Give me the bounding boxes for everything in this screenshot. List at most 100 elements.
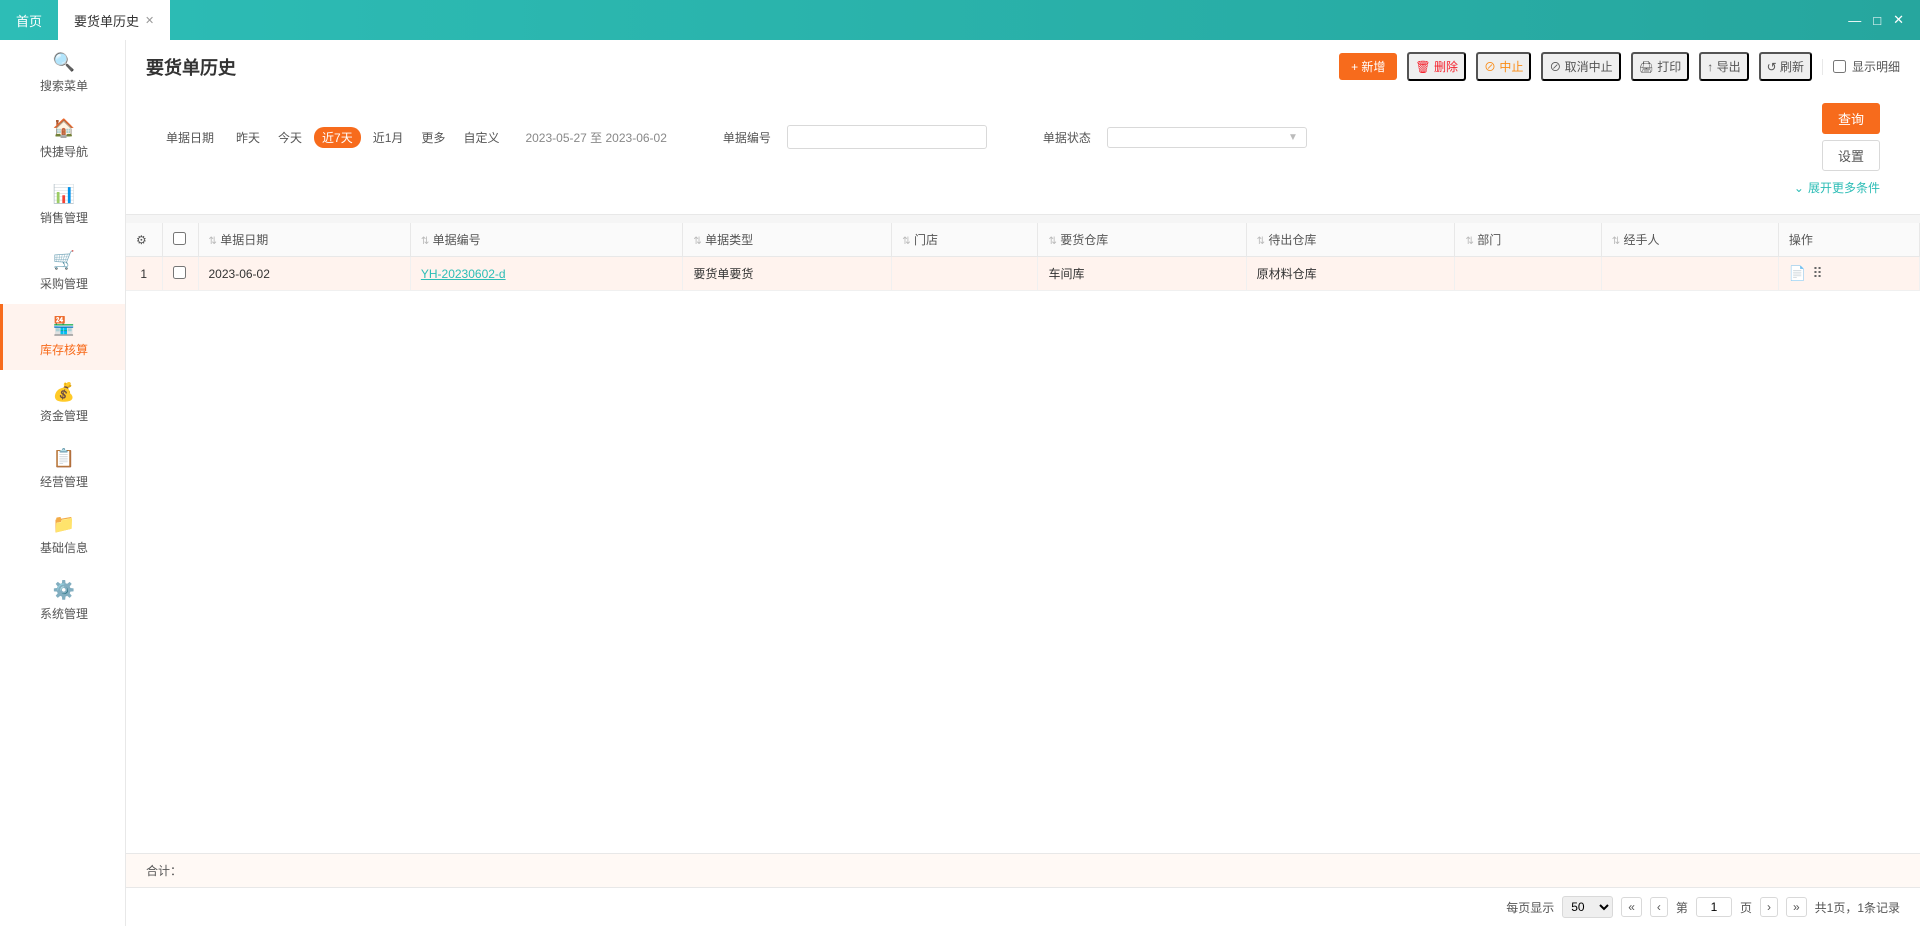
refresh-button[interactable]: ↺ 刷新 bbox=[1759, 52, 1812, 81]
date-range-text: 2023-05-27 至 2023-06-02 bbox=[525, 129, 666, 146]
sort-icon: ⇅ bbox=[1465, 236, 1473, 247]
prev-page-button[interactable]: ‹ bbox=[1650, 897, 1668, 917]
maximize-button[interactable]: □ bbox=[1873, 13, 1881, 28]
print-button[interactable]: 🖨 打印 bbox=[1631, 52, 1690, 81]
th-store[interactable]: ⇅ 门店 bbox=[892, 223, 1038, 257]
doc-status-select[interactable]: ▼ bbox=[1107, 127, 1307, 148]
last-page-button[interactable]: » bbox=[1786, 897, 1807, 917]
delete-button[interactable]: 🗑 删除 bbox=[1407, 52, 1466, 81]
tab-close-icon[interactable]: ✕ bbox=[145, 14, 154, 27]
chevron-down-icon: ▼ bbox=[1288, 132, 1298, 143]
sidebar-item-quick-nav[interactable]: 🏠 快捷导航 bbox=[0, 106, 125, 172]
next-page-button[interactable]: › bbox=[1760, 897, 1778, 917]
th-request-warehouse-label: 要货仓库 bbox=[1060, 233, 1108, 247]
sidebar-item-label: 基础信息 bbox=[40, 539, 88, 556]
row-num: 1 bbox=[126, 257, 162, 291]
page-number-input[interactable] bbox=[1696, 897, 1732, 917]
sidebar-item-basic-info[interactable]: 📁 基础信息 bbox=[0, 502, 125, 568]
filter-area: 单据日期 昨天 今天 近7天 近1月 更多 自定义 2023-05-27 至 2… bbox=[146, 93, 1900, 214]
new-button[interactable]: + 新增 bbox=[1339, 53, 1397, 80]
th-checkbox[interactable] bbox=[162, 223, 198, 257]
minimize-button[interactable]: — bbox=[1848, 13, 1861, 28]
table-body: 1 2023-06-02 YH-20230602-d 要货单要货 车间库 原材料… bbox=[126, 257, 1920, 291]
basic-info-icon: 📁 bbox=[53, 514, 75, 535]
sidebar-item-finance[interactable]: 💰 资金管理 bbox=[0, 370, 125, 436]
th-doc-type[interactable]: ⇅ 单据类型 bbox=[683, 223, 892, 257]
th-request-warehouse[interactable]: ⇅ 要货仓库 bbox=[1038, 223, 1246, 257]
quick-nav-icon: 🏠 bbox=[53, 118, 75, 139]
filter-settings-button[interactable]: 设置 bbox=[1822, 140, 1880, 171]
date-btn-7days[interactable]: 近7天 bbox=[314, 127, 361, 148]
th-doc-date[interactable]: ⇅ 单据日期 bbox=[198, 223, 410, 257]
sidebar-item-label: 销售管理 bbox=[40, 209, 88, 226]
show-detail-toggle[interactable]: 显示明细 bbox=[1833, 58, 1900, 75]
date-btn-custom[interactable]: 自定义 bbox=[457, 127, 505, 148]
sidebar-item-purchase[interactable]: 🛒 采购管理 bbox=[0, 238, 125, 304]
date-btn-more[interactable]: 更多 bbox=[415, 127, 451, 148]
sidebar-item-label: 库存核算 bbox=[40, 341, 88, 358]
go-to-label: 第 bbox=[1676, 899, 1688, 916]
first-page-button[interactable]: « bbox=[1621, 897, 1642, 917]
expand-more-label: 展开更多条件 bbox=[1808, 179, 1880, 196]
show-detail-checkbox[interactable] bbox=[1833, 60, 1846, 73]
th-settings[interactable]: ⚙ bbox=[126, 223, 162, 257]
action-icons: 📄 ⠿ bbox=[1789, 265, 1909, 282]
sidebar: 🔍 搜索菜单 🏠 快捷导航 📊 销售管理 🛒 采购管理 🏪 库存核算 💰 资金管… bbox=[0, 40, 126, 926]
doc-date-label: 单据日期 bbox=[166, 129, 214, 146]
tab-requisition-history[interactable]: 要货单历史 ✕ bbox=[58, 0, 170, 40]
cell-pending-warehouse: 原材料仓库 bbox=[1246, 257, 1455, 291]
top-bar: 首页 要货单历史 ✕ — □ ✕ bbox=[0, 0, 1920, 40]
main-layout: 🔍 搜索菜单 🏠 快捷导航 📊 销售管理 🛒 采购管理 🏪 库存核算 💰 资金管… bbox=[0, 40, 1920, 926]
stop-button[interactable]: ⊘ 中止 bbox=[1476, 52, 1531, 81]
th-pending-warehouse-label: 待出仓库 bbox=[1268, 233, 1316, 247]
doc-status-label: 单据状态 bbox=[1043, 129, 1091, 146]
select-all-checkbox[interactable] bbox=[173, 232, 186, 245]
sort-icon: ⇅ bbox=[1048, 236, 1056, 247]
page-size-label: 每页显示 bbox=[1506, 899, 1554, 916]
sidebar-item-inventory[interactable]: 🏪 库存核算 bbox=[0, 304, 125, 370]
sidebar-item-operations[interactable]: 📋 经营管理 bbox=[0, 436, 125, 502]
th-doc-number[interactable]: ⇅ 单据编号 bbox=[410, 223, 683, 257]
page-size-select[interactable]: 50 10 20 100 bbox=[1562, 896, 1613, 918]
sidebar-item-label: 系统管理 bbox=[40, 605, 88, 622]
more-icon[interactable]: ⠿ bbox=[1812, 265, 1822, 282]
header-row: ⚙ ⇅ 单据日期 ⇅ 单据编号 ⇅ 单据类型 ⇅ 门店 ⇅ 要货仓库 ⇅ 待出仓… bbox=[126, 223, 1920, 257]
filter-row-2: ⌄ 展开更多条件 bbox=[166, 179, 1880, 196]
th-pending-warehouse[interactable]: ⇅ 待出仓库 bbox=[1246, 223, 1455, 257]
row-checkbox[interactable] bbox=[162, 257, 198, 291]
total-records: 共1页，1条记录 bbox=[1815, 899, 1900, 916]
filter-row-1: 单据日期 昨天 今天 近7天 近1月 更多 自定义 2023-05-27 至 2… bbox=[166, 103, 1880, 171]
cancel-stop-button[interactable]: ⊘ 取消中止 bbox=[1541, 52, 1620, 81]
sidebar-item-sales[interactable]: 📊 销售管理 bbox=[0, 172, 125, 238]
doc-number-link[interactable]: YH-20230602-d bbox=[421, 267, 506, 281]
sidebar-item-system[interactable]: ⚙️ 系统管理 bbox=[0, 568, 125, 634]
date-btn-1month[interactable]: 近1月 bbox=[367, 127, 410, 148]
purchase-icon: 🛒 bbox=[53, 250, 75, 271]
expand-more-button[interactable]: ⌄ 展开更多条件 bbox=[1794, 179, 1880, 196]
close-button[interactable]: ✕ bbox=[1893, 12, 1904, 28]
query-button[interactable]: 查询 bbox=[1822, 103, 1880, 134]
sort-icon: ⇅ bbox=[209, 236, 217, 247]
export-button[interactable]: ↑ 导出 bbox=[1699, 52, 1748, 81]
th-handler-label: 经手人 bbox=[1623, 233, 1659, 247]
th-department[interactable]: ⇅ 部门 bbox=[1455, 223, 1601, 257]
date-btn-today[interactable]: 今天 bbox=[272, 127, 308, 148]
sort-icon: ⇅ bbox=[1257, 236, 1265, 247]
cell-department bbox=[1455, 257, 1601, 291]
doc-number-input[interactable] bbox=[787, 125, 987, 149]
tab-home[interactable]: 首页 bbox=[0, 0, 58, 40]
sort-icon: ⇅ bbox=[693, 236, 701, 247]
cell-store bbox=[892, 257, 1038, 291]
table-row: 1 2023-06-02 YH-20230602-d 要货单要货 车间库 原材料… bbox=[126, 257, 1920, 291]
sidebar-item-search-menu[interactable]: 🔍 搜索菜单 bbox=[0, 40, 125, 106]
edit-icon[interactable]: 📄 bbox=[1789, 265, 1806, 282]
data-table: ⚙ ⇅ 单据日期 ⇅ 单据编号 ⇅ 单据类型 ⇅ 门店 ⇅ 要货仓库 ⇅ 待出仓… bbox=[126, 223, 1920, 291]
sales-icon: 📊 bbox=[53, 184, 75, 205]
row-select-checkbox[interactable] bbox=[173, 266, 186, 279]
cell-doc-number[interactable]: YH-20230602-d bbox=[410, 257, 683, 291]
th-handler[interactable]: ⇅ 经手人 bbox=[1601, 223, 1778, 257]
sort-icon: ⇅ bbox=[902, 236, 910, 247]
date-range-display: 2023-05-27 至 2023-06-02 bbox=[521, 129, 666, 146]
date-btn-yesterday[interactable]: 昨天 bbox=[230, 127, 266, 148]
sort-icon: ⇅ bbox=[1612, 236, 1620, 247]
